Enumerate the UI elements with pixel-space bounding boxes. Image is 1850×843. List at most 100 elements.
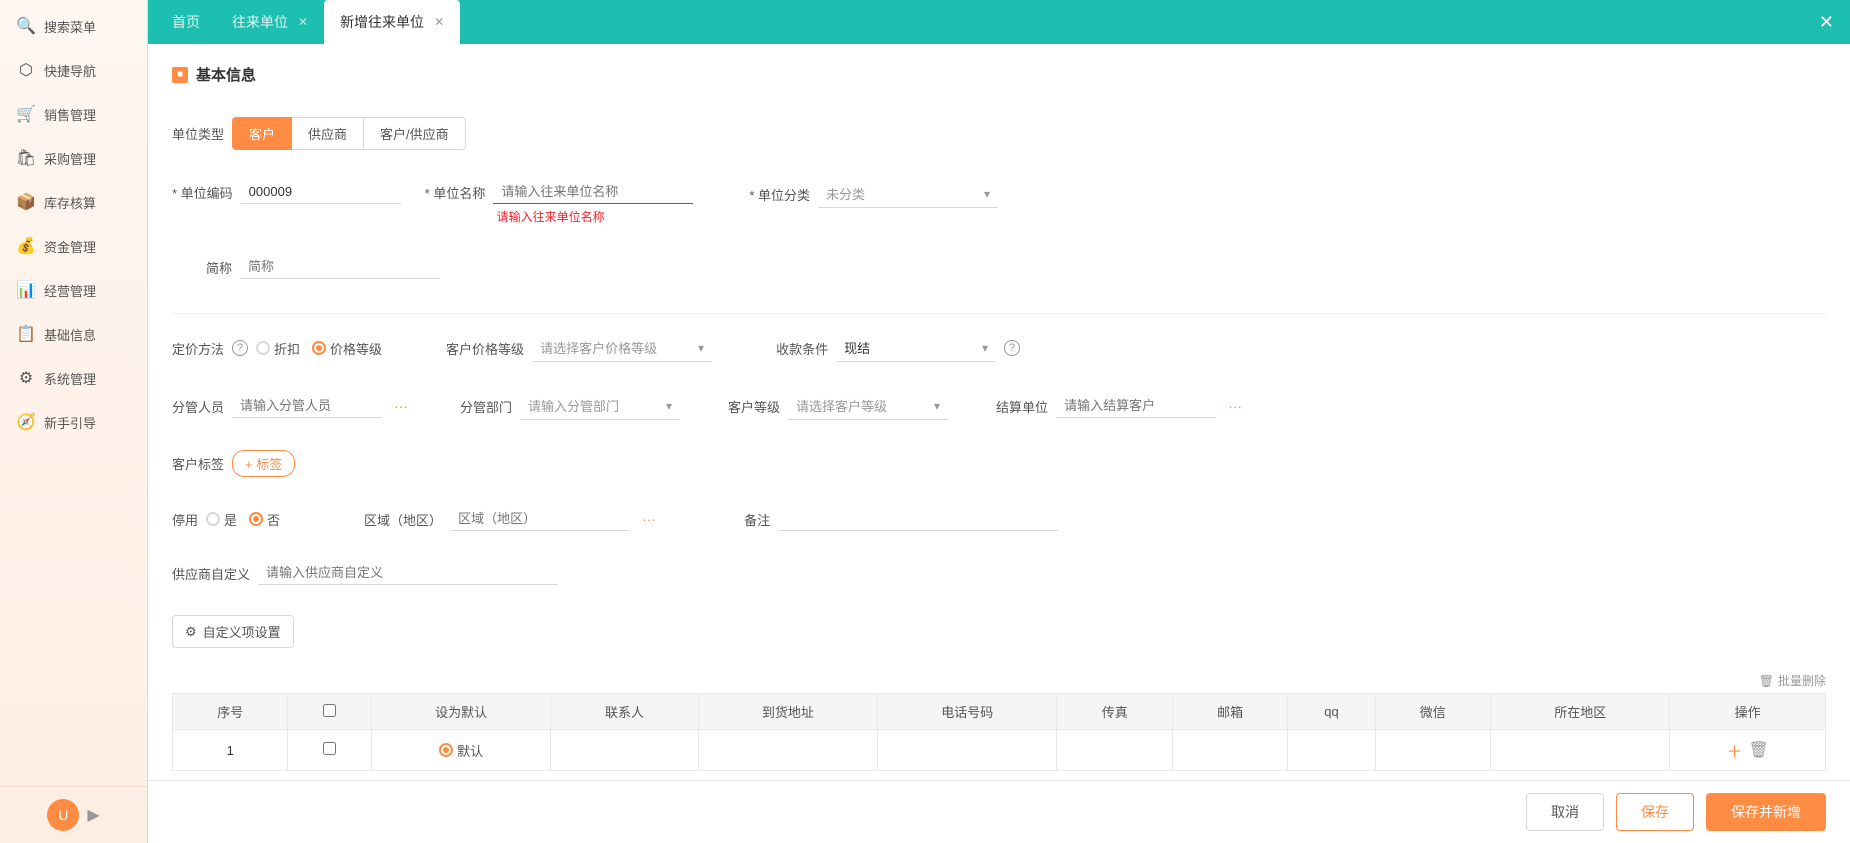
radio-yes[interactable]: 是: [206, 510, 237, 529]
custom-settings-button[interactable]: ⚙ 自定义项设置: [172, 615, 294, 648]
cell-phone[interactable]: [878, 730, 1057, 771]
cell-contact[interactable]: [551, 730, 698, 771]
cancel-button[interactable]: 取消: [1526, 793, 1604, 831]
short-name-group: 简称: [172, 255, 440, 279]
basic-icon: 📋: [16, 324, 36, 344]
payment-terms-label: 收款条件: [776, 339, 828, 358]
radio-no-dot: [253, 516, 259, 522]
unit-btn-both[interactable]: 客户/供应商: [364, 117, 466, 150]
add-row-btn[interactable]: ＋: [1727, 738, 1743, 762]
payment-terms-group: 收款条件 现结 ▾ ?: [776, 334, 1020, 362]
tab-home[interactable]: 首页: [156, 0, 216, 44]
radio-price-level[interactable]: 价格等级: [312, 339, 382, 358]
row-checkbox[interactable]: [323, 742, 336, 755]
radio-price-level-dot: [316, 345, 322, 351]
cell-fax[interactable]: [1057, 730, 1172, 771]
tab-new-partner-close[interactable]: ✕: [434, 15, 444, 29]
region-label: 区域（地区）: [364, 510, 442, 529]
sidebar-item-basic[interactable]: 📋 基础信息: [0, 312, 147, 356]
manager-input[interactable]: [232, 394, 382, 418]
payment-help-icon[interactable]: ?: [1004, 340, 1020, 356]
cell-qq[interactable]: [1288, 730, 1375, 771]
unit-category-select[interactable]: 未分类 ▾: [818, 180, 998, 208]
department-select[interactable]: 请输入分管部门 ▾: [520, 392, 680, 420]
unit-name-col: * 单位名称 请输入往来单位名称: [425, 180, 694, 225]
sidebar-item-finance[interactable]: 💰 资金管理: [0, 224, 147, 268]
sidebar-item-quicknav[interactable]: ⬡ 快捷导航: [0, 48, 147, 92]
row-actions: ＋ 🗑: [1680, 738, 1815, 762]
purchase-icon: 🛍: [16, 148, 36, 168]
cell-wechat[interactable]: [1375, 730, 1490, 771]
remark-group: 备注: [744, 507, 1058, 531]
sidebar-item-search[interactable]: 🔍 搜索菜单: [0, 4, 147, 48]
cell-region[interactable]: [1491, 730, 1670, 771]
short-name-input[interactable]: [240, 255, 440, 279]
settlement-more-btn[interactable]: ···: [1224, 398, 1246, 414]
customer-tag-label: 客户标签: [172, 454, 224, 473]
form-content: ■ 基本信息 单位类型 客户 供应商 客户/供应商 * 单位编码: [148, 44, 1850, 780]
unit-name-error-msg: 请输入往来单位名称: [425, 208, 694, 225]
unit-name-input[interactable]: [493, 180, 693, 204]
save-button[interactable]: 保存: [1616, 793, 1694, 831]
tab-bar-close-btn[interactable]: ✕: [1811, 12, 1842, 33]
sidebar-item-label: 库存核算: [44, 193, 96, 212]
sidebar-item-inventory[interactable]: 📦 库存核算: [0, 180, 147, 224]
batch-delete-btn[interactable]: 🗑 批量删除: [172, 672, 1826, 689]
radio-no[interactable]: 否: [249, 510, 280, 529]
sidebar-item-system[interactable]: ⚙ 系统管理: [0, 356, 147, 400]
contacts-table: 序号 设为默认 联系人 到货地址 电话号码 传真 邮箱 qq 微信 所在地区: [172, 693, 1826, 771]
tab-partners[interactable]: 往来单位 ✕: [216, 0, 324, 44]
default-label: 默认: [457, 741, 483, 760]
radio-price-level-label: 价格等级: [330, 339, 382, 358]
sidebar-item-operations[interactable]: 📊 经营管理: [0, 268, 147, 312]
default-radio[interactable]: 默认: [382, 741, 540, 760]
settlement-unit-input[interactable]: [1056, 394, 1216, 418]
customer-price-level-select[interactable]: 请选择客户价格等级 ▾: [532, 334, 712, 362]
settlement-unit-label: 结算单位: [996, 397, 1048, 416]
col-wechat: 微信: [1375, 694, 1490, 730]
user-avatar[interactable]: U: [47, 799, 79, 831]
supplier-custom-label: 供应商自定义: [172, 564, 250, 583]
sidebar-bottom: U ▶: [0, 786, 147, 843]
cell-default: 默认: [372, 730, 551, 771]
supplier-custom-input[interactable]: [258, 561, 558, 585]
custom-settings-label: 自定义项设置: [203, 622, 281, 641]
department-group: 分管部门 请输入分管部门 ▾: [460, 392, 680, 420]
radio-discount[interactable]: 折扣: [256, 339, 300, 358]
pricing-help-icon[interactable]: ?: [232, 340, 248, 356]
cell-address[interactable]: [698, 730, 877, 771]
sidebar-item-purchase[interactable]: 🛍 采购管理: [0, 136, 147, 180]
region-input[interactable]: [450, 507, 630, 531]
col-region: 所在地区: [1491, 694, 1670, 730]
chevron-down-icon-4: ▾: [666, 399, 672, 413]
select-all-checkbox[interactable]: [323, 704, 336, 717]
sidebar-expand-icon[interactable]: ▶: [87, 805, 99, 825]
tab-partners-close[interactable]: ✕: [298, 15, 308, 29]
pricing-method-label: 定价方法: [172, 339, 224, 358]
batch-delete-label: 批量删除: [1778, 672, 1826, 689]
sidebar-item-guide[interactable]: 🧭 新手引导: [0, 400, 147, 444]
cell-email[interactable]: [1172, 730, 1287, 771]
col-contact: 联系人: [551, 694, 698, 730]
tab-new-partner[interactable]: 新增往来单位 ✕: [324, 0, 460, 44]
save-and-new-button[interactable]: 保存并新增: [1706, 793, 1826, 831]
inventory-icon: 📦: [16, 192, 36, 212]
remark-input[interactable]: [778, 507, 1058, 531]
radio-no-circle: [249, 512, 263, 526]
unit-btn-customer[interactable]: 客户: [232, 117, 292, 150]
delete-row-btn[interactable]: 🗑: [1749, 740, 1769, 760]
manager-more-btn[interactable]: ···: [390, 398, 412, 414]
payment-terms-select[interactable]: 现结 ▾: [836, 334, 996, 362]
unit-type-label: 单位类型: [172, 124, 224, 143]
customer-level-select[interactable]: 请选择客户等级 ▾: [788, 392, 948, 420]
sidebar-item-sales[interactable]: 🛒 销售管理: [0, 92, 147, 136]
unit-code-input[interactable]: [241, 180, 401, 204]
region-more-btn[interactable]: ···: [638, 511, 660, 527]
cell-checkbox[interactable]: [288, 730, 372, 771]
section-title: 基本信息: [196, 64, 256, 85]
main-area: 首页 往来单位 ✕ 新增往来单位 ✕ ✕ ■ 基本信息 单位类型 客户 供应: [148, 0, 1850, 843]
add-tag-button[interactable]: + 标签: [232, 450, 295, 477]
unit-btn-supplier[interactable]: 供应商: [292, 117, 364, 150]
short-name-row: 简称: [172, 255, 1826, 279]
pricing-radio-group: 折扣 价格等级: [256, 339, 382, 358]
